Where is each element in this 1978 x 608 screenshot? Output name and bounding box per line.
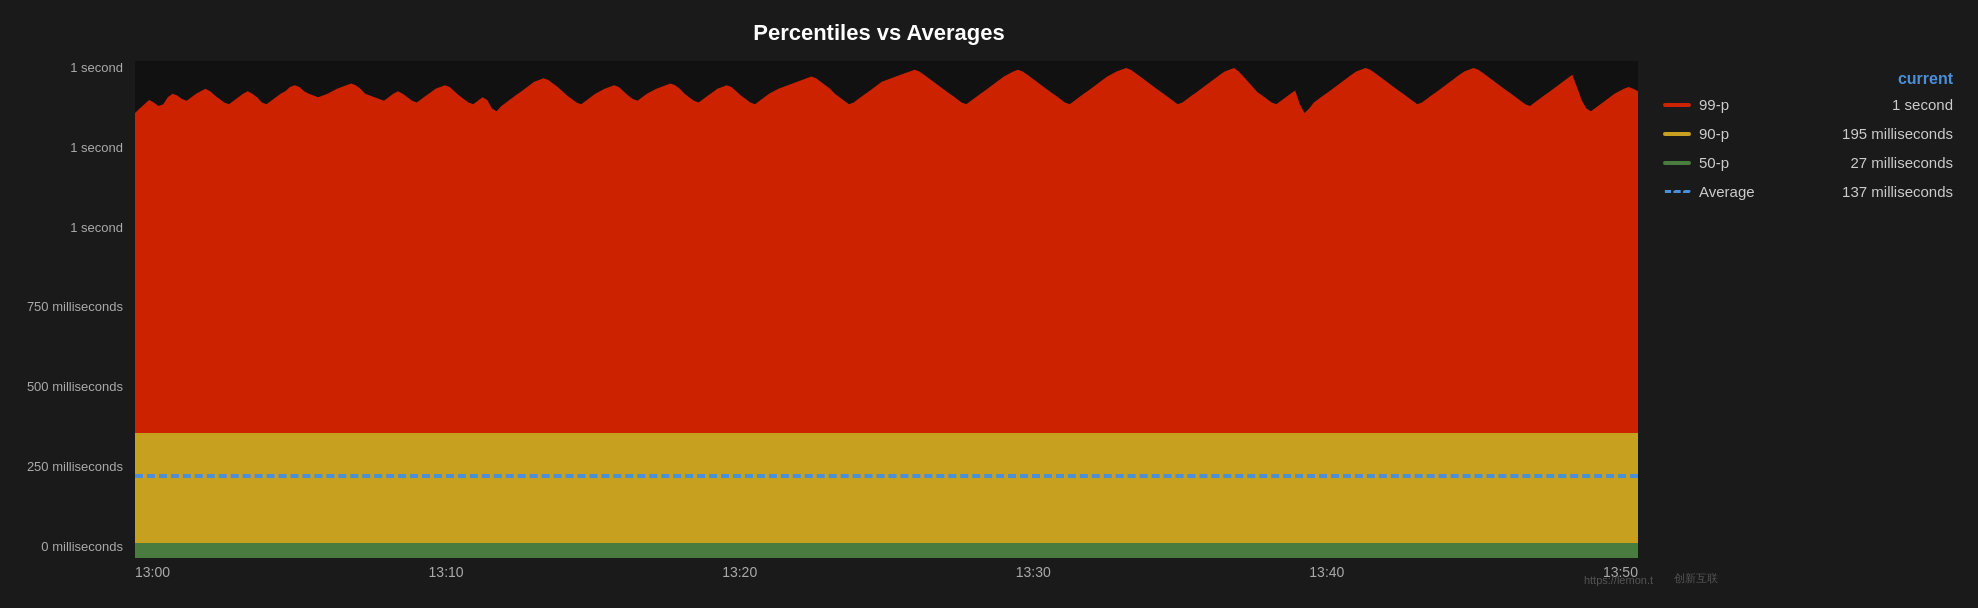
legend-color-average bbox=[1663, 190, 1691, 194]
legend-item-90p: 90-p 195 milliseconds bbox=[1663, 125, 1953, 142]
legend-label-average: Average bbox=[1699, 183, 1755, 200]
x-axis: 13:00 13:10 13:20 13:30 13:40 13:50 bbox=[135, 558, 1638, 588]
legend-item-50p: 50-p 27 milliseconds bbox=[1663, 154, 1953, 171]
y-label-1second-top: 1 second bbox=[0, 61, 123, 74]
chart-body: 1 second 1 second 1 second 750 milliseco… bbox=[0, 61, 1638, 588]
legend-label-50p: 50-p bbox=[1699, 154, 1729, 171]
y-label-1second-2: 1 second bbox=[0, 141, 123, 154]
chart-area: Percentiles vs Averages 1 second 1 secon… bbox=[0, 20, 1638, 588]
legend-left-average: Average bbox=[1663, 183, 1755, 200]
chart-title: Percentiles vs Averages bbox=[120, 20, 1638, 46]
layer-99p bbox=[135, 61, 1638, 433]
y-label-0ms: 0 milliseconds bbox=[0, 540, 123, 553]
legend-value-90p: 195 milliseconds bbox=[1842, 125, 1953, 142]
x-tick-1310: 13:10 bbox=[429, 564, 464, 588]
legend-item-average: Average 137 milliseconds bbox=[1663, 183, 1953, 200]
legend-left-99p: 99-p bbox=[1663, 96, 1729, 113]
legend-label-99p: 99-p bbox=[1699, 96, 1729, 113]
chart-container: Percentiles vs Averages 1 second 1 secon… bbox=[0, 0, 1978, 608]
legend-color-90p bbox=[1663, 132, 1691, 136]
legend-item-99p: 99-p 1 second bbox=[1663, 96, 1953, 113]
legend-current-label: current bbox=[1663, 70, 1953, 88]
average-line bbox=[135, 474, 1638, 478]
y-label-250ms: 250 milliseconds bbox=[0, 460, 123, 473]
legend-left-90p: 90-p bbox=[1663, 125, 1729, 142]
legend-label-90p: 90-p bbox=[1699, 125, 1729, 142]
y-axis: 1 second 1 second 1 second 750 milliseco… bbox=[0, 61, 135, 588]
legend-value-99p: 1 second bbox=[1892, 96, 1953, 113]
watermark2: 创新互联 bbox=[1674, 571, 1718, 586]
legend-left-50p: 50-p bbox=[1663, 154, 1729, 171]
watermark: https://lemon.t bbox=[1584, 574, 1653, 586]
y-label-750ms: 750 milliseconds bbox=[0, 300, 123, 313]
y-label-1second-3: 1 second bbox=[0, 221, 123, 234]
x-tick-1340: 13:40 bbox=[1309, 564, 1344, 588]
legend-value-average: 137 milliseconds bbox=[1842, 183, 1953, 200]
chart-plot bbox=[135, 61, 1638, 558]
x-tick-1300: 13:00 bbox=[135, 564, 170, 588]
legend-value-50p: 27 milliseconds bbox=[1850, 154, 1953, 171]
chart-plot-wrapper: 13:00 13:10 13:20 13:30 13:40 13:50 bbox=[135, 61, 1638, 588]
legend: current 99-p 1 second 90-p 195 milliseco… bbox=[1648, 20, 1968, 588]
red-svg bbox=[135, 61, 1638, 433]
legend-color-50p bbox=[1663, 161, 1691, 165]
layer-50p bbox=[135, 543, 1638, 558]
x-tick-1330: 13:30 bbox=[1016, 564, 1051, 588]
x-tick-1320: 13:20 bbox=[722, 564, 757, 588]
y-label-500ms: 500 milliseconds bbox=[0, 380, 123, 393]
legend-color-99p bbox=[1663, 103, 1691, 107]
layer-90p bbox=[135, 433, 1638, 543]
